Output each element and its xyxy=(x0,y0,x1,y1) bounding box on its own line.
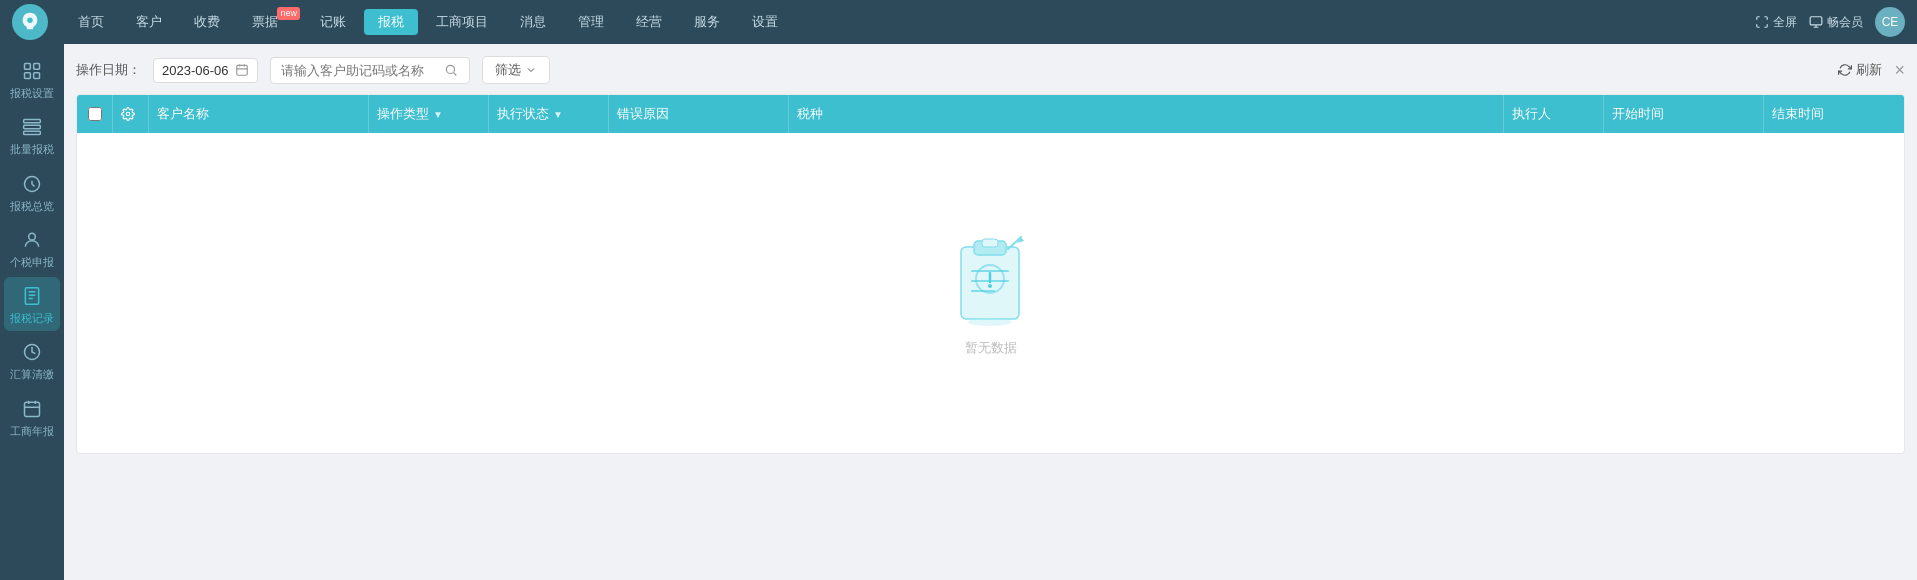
data-table: 客户名称 操作类型 ▼ 执行状态 ▼ 错误原因 税种 执行人 xyxy=(76,94,1905,454)
nav-service[interactable]: 服务 xyxy=(680,9,734,35)
summary-icon xyxy=(21,173,43,195)
sidebar-item-settlement-label: 汇算清缴 xyxy=(10,367,54,381)
toolbar-right: 刷新 × xyxy=(1838,61,1905,79)
nav-ledger[interactable]: 记账 xyxy=(306,9,360,35)
th-exec-status: 执行状态 ▼ xyxy=(489,95,609,133)
chevron-down-icon xyxy=(525,64,537,76)
sidebar-item-tax-summary[interactable]: 报税总览 xyxy=(4,165,60,219)
nav-operation[interactable]: 经营 xyxy=(622,9,676,35)
nav-business[interactable]: 工商项目 xyxy=(422,9,502,35)
svg-rect-7 xyxy=(24,126,41,129)
date-value: 2023-06-06 xyxy=(162,63,229,78)
settlement-icon xyxy=(21,341,43,363)
nav-settings[interactable]: 设置 xyxy=(738,9,792,35)
th-op-type: 操作类型 ▼ xyxy=(369,95,489,133)
table-header: 客户名称 操作类型 ▼ 执行状态 ▼ 错误原因 税种 执行人 xyxy=(77,95,1904,133)
sidebar-item-personal-tax[interactable]: 个税申报 xyxy=(4,221,60,275)
close-button[interactable]: × xyxy=(1894,61,1905,79)
svg-rect-5 xyxy=(34,73,40,79)
sidebar-item-personal-tax-label: 个税申报 xyxy=(10,255,54,269)
svg-rect-19 xyxy=(982,239,998,247)
nav-right-actions: 全屏 畅会员 CE xyxy=(1755,7,1905,37)
svg-rect-13 xyxy=(25,402,40,416)
th-checkbox[interactable] xyxy=(77,95,113,133)
refresh-button[interactable]: 刷新 xyxy=(1838,61,1882,79)
svg-rect-14 xyxy=(236,65,247,75)
sidebar-item-tax-settings[interactable]: 报税设置 xyxy=(4,52,60,106)
th-executor: 执行人 xyxy=(1504,95,1604,133)
svg-point-28 xyxy=(968,318,1012,326)
new-badge: new xyxy=(277,7,300,20)
table-empty-state: 暂无数据 xyxy=(77,133,1904,453)
th-end-time: 结束时间 xyxy=(1764,95,1904,133)
batch-icon xyxy=(21,116,43,138)
sort-icon-exec-status: ▼ xyxy=(553,109,563,120)
nav-billing[interactable]: 收费 xyxy=(180,9,234,35)
sidebar-item-annual-report-label: 工商年报 xyxy=(10,424,54,438)
nav-home[interactable]: 首页 xyxy=(64,9,118,35)
record-icon xyxy=(21,285,43,307)
svg-rect-1 xyxy=(1810,17,1822,25)
top-navigation: 首页 客户 收费 票据 new 记账 报税 工商项目 消息 管理 经营 服务 设… xyxy=(0,0,1917,44)
sidebar-item-batch-tax[interactable]: 批量报税 xyxy=(4,108,60,162)
svg-rect-3 xyxy=(34,64,40,70)
svg-rect-4 xyxy=(25,73,31,79)
filter-label: 筛选 xyxy=(495,61,521,79)
sidebar-item-tax-record[interactable]: 报税记录 xyxy=(4,277,60,331)
th-start-time: 开始时间 xyxy=(1604,95,1764,133)
nav-management[interactable]: 管理 xyxy=(564,9,618,35)
svg-point-16 xyxy=(126,112,130,116)
refresh-label: 刷新 xyxy=(1856,61,1882,79)
refresh-icon xyxy=(1838,63,1852,77)
sidebar-item-tax-summary-label: 报税总览 xyxy=(10,199,54,213)
nav-message[interactable]: 消息 xyxy=(506,9,560,35)
empty-illustration xyxy=(946,229,1036,329)
sidebar-item-batch-tax-label: 批量报税 xyxy=(10,142,54,156)
svg-point-24 xyxy=(988,284,992,288)
user-avatar[interactable]: CE xyxy=(1875,7,1905,37)
app-logo[interactable] xyxy=(12,4,48,40)
fullscreen-button[interactable]: 全屏 xyxy=(1755,14,1797,31)
date-picker[interactable]: 2023-06-06 xyxy=(153,58,258,83)
svg-rect-2 xyxy=(25,64,31,70)
nav-invoice[interactable]: 票据 new xyxy=(238,9,302,35)
svg-point-15 xyxy=(446,65,454,73)
sidebar-item-settlement[interactable]: 汇算清缴 xyxy=(4,333,60,387)
search-button[interactable] xyxy=(436,59,466,81)
sidebar-item-annual-report[interactable]: 工商年报 xyxy=(4,390,60,444)
select-all-checkbox[interactable] xyxy=(88,107,102,121)
sidebar: 报税设置 批量报税 报税总览 个税申报 xyxy=(0,44,64,580)
annual-icon xyxy=(21,398,43,420)
nav-customer[interactable]: 客户 xyxy=(122,9,176,35)
person-icon xyxy=(21,229,43,251)
nav-menu: 首页 客户 收费 票据 new 记账 报税 工商项目 消息 管理 经营 服务 设… xyxy=(64,9,1755,35)
th-tax-type: 税种 xyxy=(789,95,1504,133)
sidebar-item-tax-record-label: 报税记录 xyxy=(10,311,54,325)
calendar-icon xyxy=(235,63,249,77)
sort-icon-op-type: ▼ xyxy=(433,109,443,120)
th-client-name: 客户名称 xyxy=(149,95,369,133)
th-settings xyxy=(113,95,149,133)
svg-point-0 xyxy=(27,17,33,23)
search-box xyxy=(270,57,470,84)
empty-text: 暂无数据 xyxy=(965,339,1017,357)
nav-tax[interactable]: 报税 xyxy=(364,9,418,35)
search-icon xyxy=(444,63,458,77)
th-error-reason: 错误原因 xyxy=(609,95,789,133)
gear-icon xyxy=(21,60,43,82)
settings-icon xyxy=(121,107,135,121)
sidebar-item-tax-settings-label: 报税设置 xyxy=(10,86,54,100)
date-label: 操作日期： xyxy=(76,61,141,79)
search-input[interactable] xyxy=(271,58,436,83)
filter-button[interactable]: 筛选 xyxy=(482,56,550,84)
member-button[interactable]: 畅会员 xyxy=(1809,14,1863,31)
svg-rect-11 xyxy=(25,288,38,305)
svg-rect-8 xyxy=(24,131,41,134)
svg-point-10 xyxy=(29,233,36,240)
svg-rect-6 xyxy=(24,120,41,123)
main-content: 操作日期： 2023-06-06 筛选 xyxy=(64,44,1917,580)
main-layout: 报税设置 批量报税 报税总览 个税申报 xyxy=(0,44,1917,580)
toolbar: 操作日期： 2023-06-06 筛选 xyxy=(76,56,1905,84)
